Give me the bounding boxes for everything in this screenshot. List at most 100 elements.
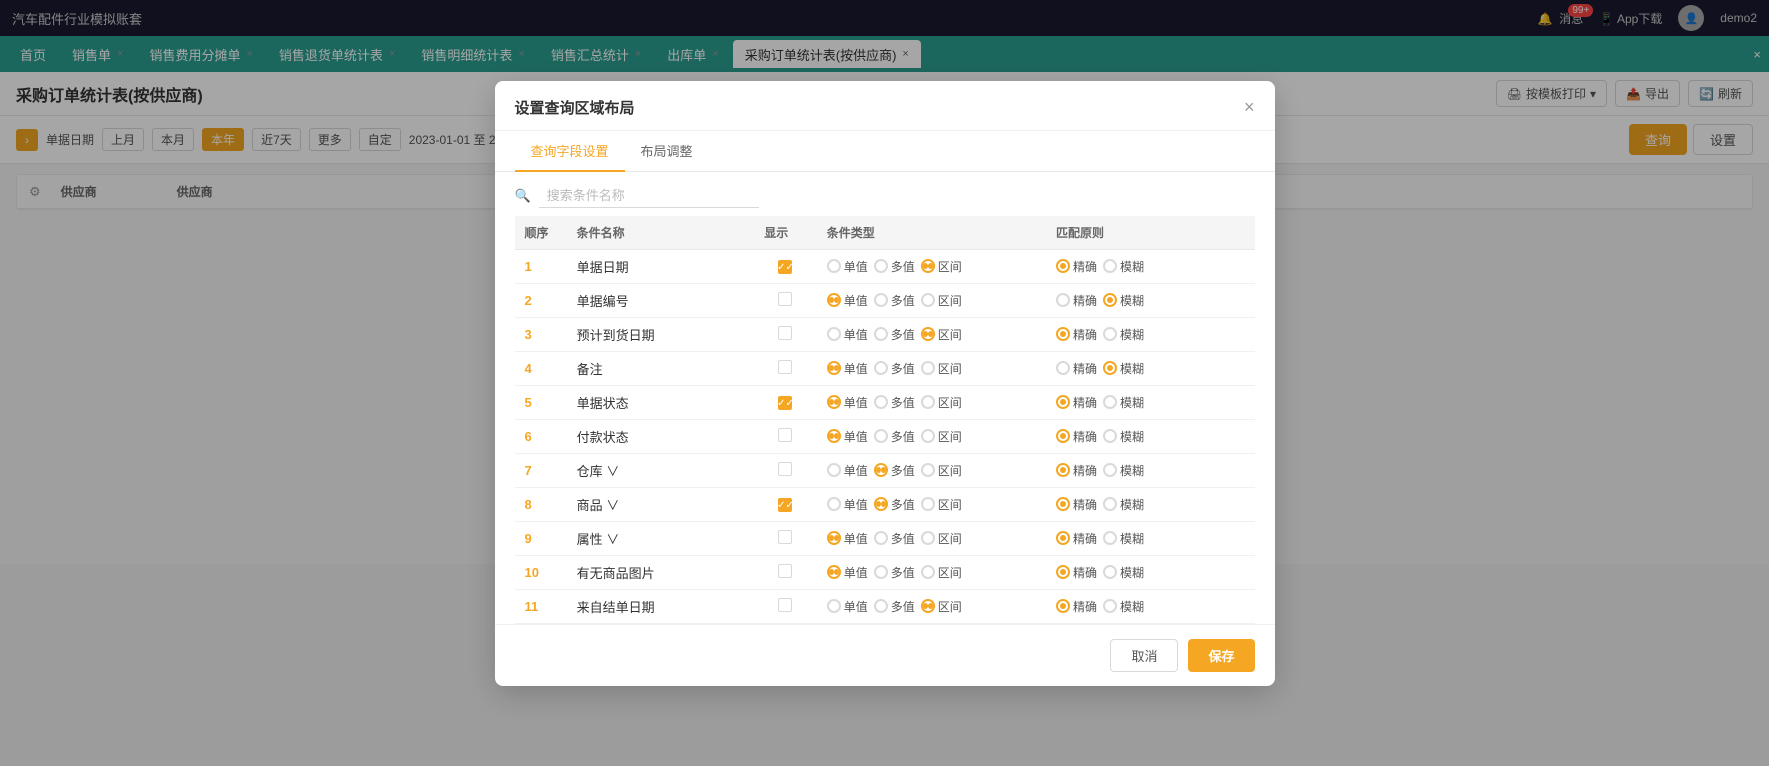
row-name: 单据日期 [567,249,755,283]
row-name: 来自结单日期 [567,589,755,623]
radio-type-单值[interactable]: 单值 [827,496,868,513]
radio-match-精确[interactable]: 精确 [1056,360,1097,377]
modal-close-button[interactable]: × [1244,98,1255,116]
radio-type-区间[interactable]: 区间 [921,530,962,547]
radio-type-区间[interactable]: 区间 [921,598,962,615]
th-name: 条件名称 [567,216,755,250]
radio-type-单值[interactable]: 单值 [827,394,868,411]
checkbox[interactable]: ✓ [778,498,792,512]
radio-match-模糊[interactable]: 模糊 [1103,496,1144,513]
radio-match-精确[interactable]: 精确 [1056,530,1097,547]
radio-type-多值[interactable]: 多值 [874,530,915,547]
row-show-checkbox[interactable]: ✓ [754,249,817,283]
radio-type-多值[interactable]: 多值 [874,428,915,445]
radio-match-模糊[interactable]: 模糊 [1103,394,1144,411]
radio-match-精确[interactable]: 精确 [1056,462,1097,479]
row-match: 精确模糊 [1046,419,1254,453]
row-show-checkbox[interactable] [754,555,817,589]
checkbox[interactable] [778,462,792,476]
row-show-checkbox[interactable] [754,317,817,351]
checkbox[interactable] [778,564,792,578]
row-show-checkbox[interactable]: ✓ [754,385,817,419]
th-match: 匹配原则 [1046,216,1254,250]
modal-header: 设置查询区域布局 × [495,81,1275,131]
modal-tab-query-fields[interactable]: 查询字段设置 [515,131,625,172]
radio-match-精确[interactable]: 精确 [1056,394,1097,411]
table-row: 6付款状态单值多值区间精确模糊 [515,419,1255,453]
radio-type-区间[interactable]: 区间 [921,326,962,343]
radio-match-模糊[interactable]: 模糊 [1103,258,1144,275]
row-show-checkbox[interactable] [754,521,817,555]
radio-match-模糊[interactable]: 模糊 [1103,292,1144,309]
radio-type-区间[interactable]: 区间 [921,462,962,479]
radio-match-精确[interactable]: 精确 [1056,258,1097,275]
row-show-checkbox[interactable] [754,453,817,487]
radio-type-单值[interactable]: 单值 [827,530,868,547]
radio-type-区间[interactable]: 区间 [921,360,962,377]
radio-type-单值[interactable]: 单值 [827,462,868,479]
radio-type-单值[interactable]: 单值 [827,326,868,343]
row-type: 单值多值区间 [817,283,1046,317]
radio-match-模糊[interactable]: 模糊 [1103,326,1144,343]
row-name: 仓库 ∨ [567,453,755,487]
checkbox[interactable]: ✓ [778,260,792,274]
radio-match-模糊[interactable]: 模糊 [1103,564,1144,581]
radio-type-多值[interactable]: 多值 [874,326,915,343]
modal-search-input[interactable] [539,184,759,208]
row-show-checkbox[interactable] [754,589,817,623]
radio-type-多值[interactable]: 多值 [874,360,915,377]
row-show-checkbox[interactable] [754,351,817,385]
radio-type-区间[interactable]: 区间 [921,258,962,275]
checkbox[interactable] [778,428,792,442]
radio-type-区间[interactable]: 区间 [921,428,962,445]
radio-type-区间[interactable]: 区间 [921,564,962,581]
radio-type-单值[interactable]: 单值 [827,292,868,309]
checkbox[interactable] [778,530,792,544]
radio-type-多值[interactable]: 多值 [874,462,915,479]
radio-type-区间[interactable]: 区间 [921,394,962,411]
checkbox[interactable] [778,598,792,612]
row-match: 精确模糊 [1046,385,1254,419]
radio-match-精确[interactable]: 精确 [1056,292,1097,309]
radio-match-模糊[interactable]: 模糊 [1103,462,1144,479]
radio-match-模糊[interactable]: 模糊 [1103,428,1144,445]
radio-match-模糊[interactable]: 模糊 [1103,360,1144,377]
checkbox[interactable] [778,360,792,374]
radio-match-模糊[interactable]: 模糊 [1103,530,1144,547]
checkbox[interactable] [778,292,792,306]
radio-match-精确[interactable]: 精确 [1056,564,1097,581]
row-name: 属性 ∨ [567,521,755,555]
checkbox[interactable] [778,326,792,340]
radio-type-多值[interactable]: 多值 [874,292,915,309]
table-row: 4备注单值多值区间精确模糊 [515,351,1255,385]
row-type: 单值多值区间 [817,249,1046,283]
row-name: 付款状态 [567,419,755,453]
save-button[interactable]: 保存 [1188,639,1254,672]
radio-type-多值[interactable]: 多值 [874,258,915,275]
row-show-checkbox[interactable] [754,419,817,453]
radio-type-多值[interactable]: 多值 [874,496,915,513]
modal-tab-layout[interactable]: 布局调整 [625,131,709,172]
radio-type-单值[interactable]: 单值 [827,598,868,615]
radio-match-精确[interactable]: 精确 [1056,598,1097,615]
row-match: 精确模糊 [1046,351,1254,385]
cancel-button[interactable]: 取消 [1110,639,1178,672]
radio-type-单值[interactable]: 单值 [827,564,868,581]
radio-type-单值[interactable]: 单值 [827,258,868,275]
radio-type-区间[interactable]: 区间 [921,292,962,309]
checkbox[interactable]: ✓ [778,396,792,410]
radio-match-精确[interactable]: 精确 [1056,496,1097,513]
row-show-checkbox[interactable]: ✓ [754,487,817,521]
radio-type-单值[interactable]: 单值 [827,360,868,377]
radio-type-多值[interactable]: 多值 [874,564,915,581]
radio-type-区间[interactable]: 区间 [921,496,962,513]
radio-type-单值[interactable]: 单值 [827,428,868,445]
table-row: 5单据状态✓单值多值区间精确模糊 [515,385,1255,419]
row-show-checkbox[interactable] [754,283,817,317]
radio-match-精确[interactable]: 精确 [1056,326,1097,343]
table-row: 11来自结单日期单值多值区间精确模糊 [515,589,1255,623]
radio-type-多值[interactable]: 多值 [874,598,915,615]
radio-match-精确[interactable]: 精确 [1056,428,1097,445]
radio-type-多值[interactable]: 多值 [874,394,915,411]
radio-match-模糊[interactable]: 模糊 [1103,598,1144,615]
